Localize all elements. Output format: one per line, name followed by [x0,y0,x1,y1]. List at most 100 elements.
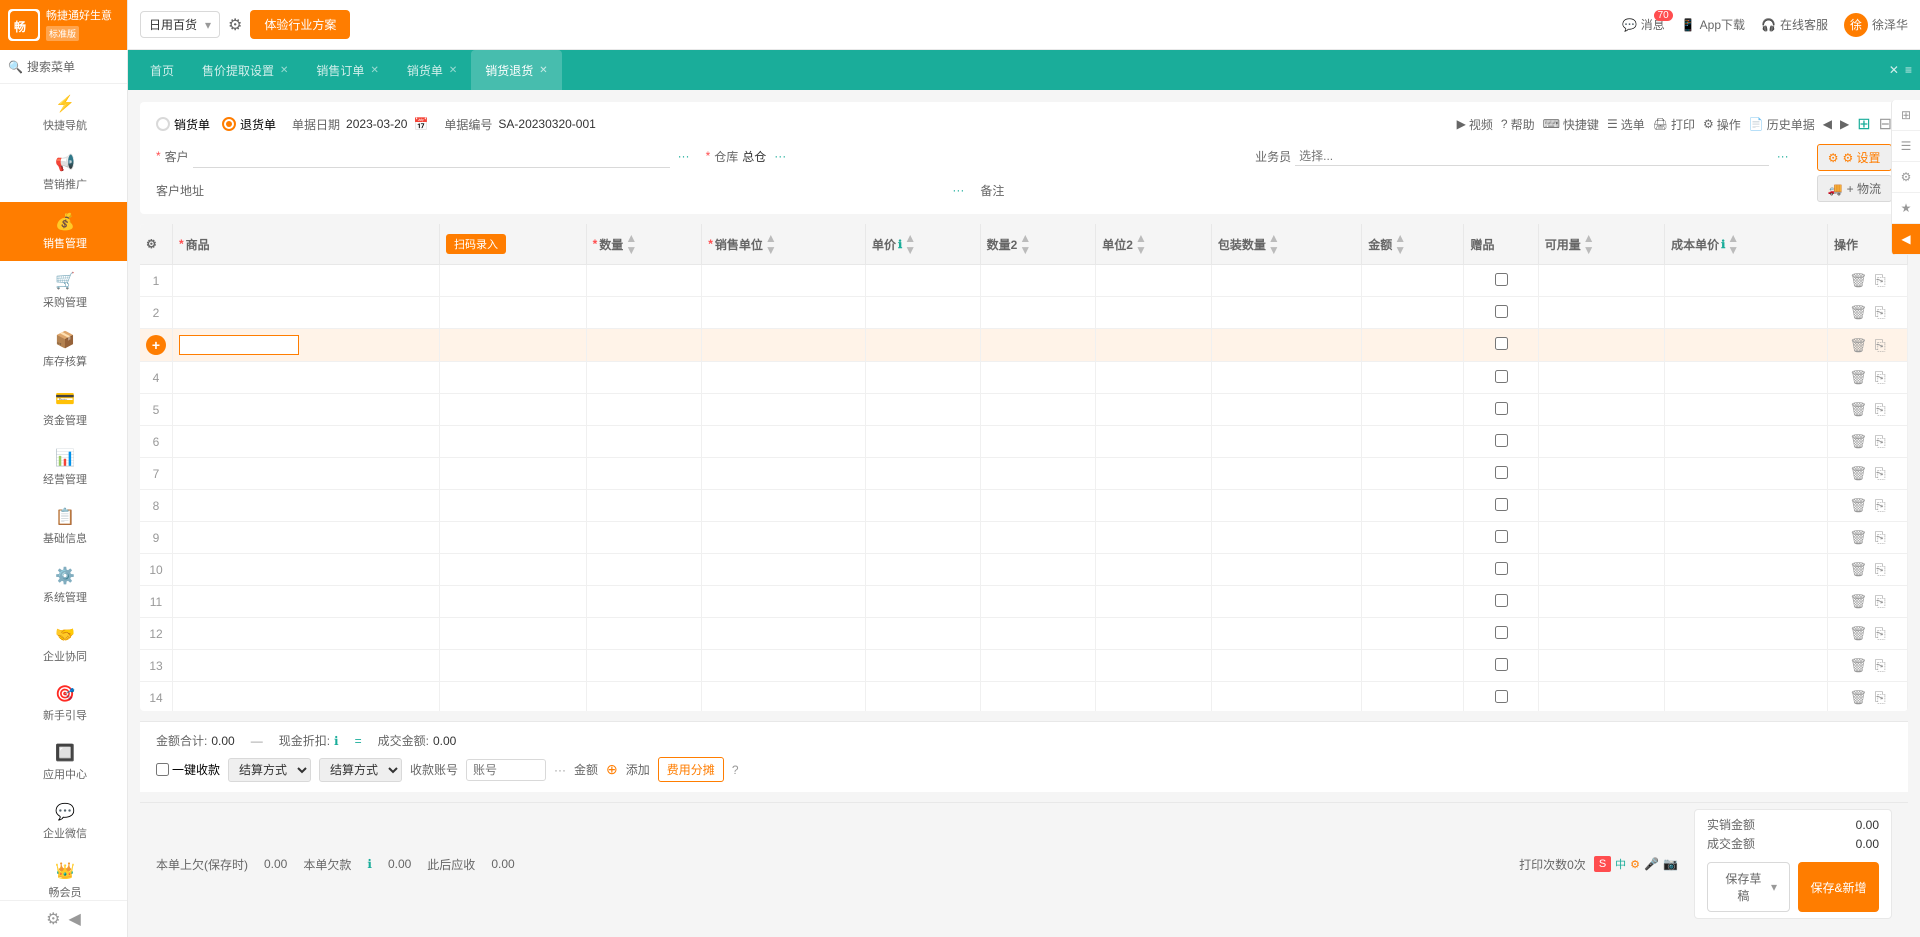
price-cell-9[interactable] [866,522,981,554]
price-cell-14[interactable] [866,682,981,712]
available-cell-6[interactable] [1538,426,1664,458]
gift-cell-2[interactable] [1464,297,1538,329]
sidebar-item-operation[interactable]: 📊 经营管理 [0,438,127,497]
unit-cell-6[interactable] [702,426,866,458]
qty-cell-14[interactable] [586,682,702,712]
cost-cell-7[interactable] [1665,458,1828,490]
topbar-gear-icon[interactable]: ⚙ [228,15,242,35]
unit2-cell-10[interactable] [1096,554,1212,586]
history-btn[interactable]: 📄 历史单据 [1749,116,1815,133]
amount-cell-8[interactable] [1362,490,1464,522]
pack-cell-8[interactable] [1211,490,1361,522]
gift-checkbox-13[interactable] [1495,658,1508,671]
gift-cell-7[interactable] [1464,458,1538,490]
tab-close-sales-return[interactable]: ✕ [539,65,547,76]
help-btn[interactable]: ? 帮助 [1501,116,1535,133]
gift-cell-4[interactable] [1464,362,1538,394]
available-cell-8[interactable] [1538,490,1664,522]
rt-list-btn[interactable]: ☰ [1892,131,1920,162]
account-dots[interactable]: ··· [554,763,566,777]
fee-help-icon[interactable]: ? [732,763,739,777]
unit2-cell-5[interactable] [1096,394,1212,426]
prev-doc-icon[interactable]: ◀ [1823,117,1832,131]
unit2-cell-1[interactable] [1096,265,1212,297]
product-cell-11[interactable] [173,586,440,618]
staff-input[interactable] [1295,147,1769,166]
qty-cell-3[interactable] [586,329,702,362]
amount-cell-4[interactable] [1362,362,1464,394]
available-cell-7[interactable] [1538,458,1664,490]
qty-cell-4[interactable] [586,362,702,394]
message-btn[interactable]: 💬 消息 70 [1622,16,1664,33]
unit2-cell-2[interactable] [1096,297,1212,329]
sidebar-item-purchase[interactable]: 🛒 采购管理 [0,261,127,320]
cost-cell-3[interactable] [1665,329,1828,362]
cost-cell-6[interactable] [1665,426,1828,458]
copy-icon-14[interactable]: ⎘ [1874,689,1885,705]
price-cell-11[interactable] [866,586,981,618]
unit2-cell-13[interactable] [1096,650,1212,682]
delete-icon-1[interactable]: 🗑 [1849,272,1867,288]
unit-cell-4[interactable] [702,362,866,394]
qty2-cell-14[interactable] [980,682,1096,712]
cost-cell-8[interactable] [1665,490,1828,522]
gift-cell-3[interactable] [1464,329,1538,362]
price-cell-6[interactable] [866,426,981,458]
unit-cell-12[interactable] [702,618,866,650]
qty-cell-11[interactable] [586,586,702,618]
unit-cell-5[interactable] [702,394,866,426]
copy-icon-7[interactable]: ⎘ [1874,465,1885,481]
gift-cell-1[interactable] [1464,265,1538,297]
available-cell-4[interactable] [1538,362,1664,394]
calc-method-select[interactable]: 结算方式 [319,758,402,782]
qty-cell-6[interactable] [586,426,702,458]
product-cell-1[interactable] [173,265,440,297]
copy-icon-8[interactable]: ⎘ [1874,497,1885,513]
sidebar-item-inventory[interactable]: 📦 库存核算 [0,320,127,379]
radio-sales-delivery[interactable]: 销货单 [156,116,210,133]
rt-star-btn[interactable]: ★ [1892,193,1920,224]
staff-select-btn[interactable]: ··· [1777,149,1789,163]
calendar-icon[interactable]: 📅 [413,117,428,131]
price-cell-3[interactable] [866,329,981,362]
collapse-btn[interactable]: ◀ [69,909,81,929]
sidebar-item-system[interactable]: ⚙️ 系统管理 [0,556,127,615]
tab-sales-delivery[interactable]: 销货单 ✕ [393,50,471,90]
qty-cell-13[interactable] [586,650,702,682]
delete-icon-5[interactable]: 🗑 [1849,401,1867,417]
next-doc-icon[interactable]: ▶ [1840,117,1849,131]
gift-cell-14[interactable] [1464,682,1538,712]
unit2-cell-7[interactable] [1096,458,1212,490]
available-cell-11[interactable] [1538,586,1664,618]
qty-cell-8[interactable] [586,490,702,522]
amount-cell-12[interactable] [1362,618,1464,650]
qty2-cell-12[interactable] [980,618,1096,650]
sidebar-item-shortcut[interactable]: ⚡ 快捷导航 [0,84,127,143]
copy-icon-10[interactable]: ⎘ [1874,561,1885,577]
qty2-cell-5[interactable] [980,394,1096,426]
available-cell-13[interactable] [1538,650,1664,682]
unit2-cell-6[interactable] [1096,426,1212,458]
cost-cell-11[interactable] [1665,586,1828,618]
industry-select[interactable]: 日用百货 ▾ [140,11,220,38]
gift-checkbox-6[interactable] [1495,434,1508,447]
product-cell-14[interactable] [173,682,440,712]
gift-checkbox-8[interactable] [1495,498,1508,511]
gift-checkbox-10[interactable] [1495,562,1508,575]
product-input-3[interactable] [179,335,299,355]
delete-icon-3[interactable]: 🗑 [1849,337,1867,353]
product-cell-8[interactable] [173,490,440,522]
addr-select-btn[interactable]: ··· [952,183,964,197]
product-cell-7[interactable] [173,458,440,490]
unit2-cell-14[interactable] [1096,682,1212,712]
pack-cell-13[interactable] [1211,650,1361,682]
sidebar-item-marketing[interactable]: 📢 营销推广 [0,143,127,202]
gift-cell-10[interactable] [1464,554,1538,586]
unit-cell-7[interactable] [702,458,866,490]
pack-cell-9[interactable] [1211,522,1361,554]
available-cell-3[interactable] [1538,329,1664,362]
customer-input[interactable] [193,144,670,168]
delete-icon-10[interactable]: 🗑 [1849,561,1867,577]
gift-checkbox-11[interactable] [1495,594,1508,607]
sidebar-item-finance[interactable]: 💳 资金管理 [0,379,127,438]
